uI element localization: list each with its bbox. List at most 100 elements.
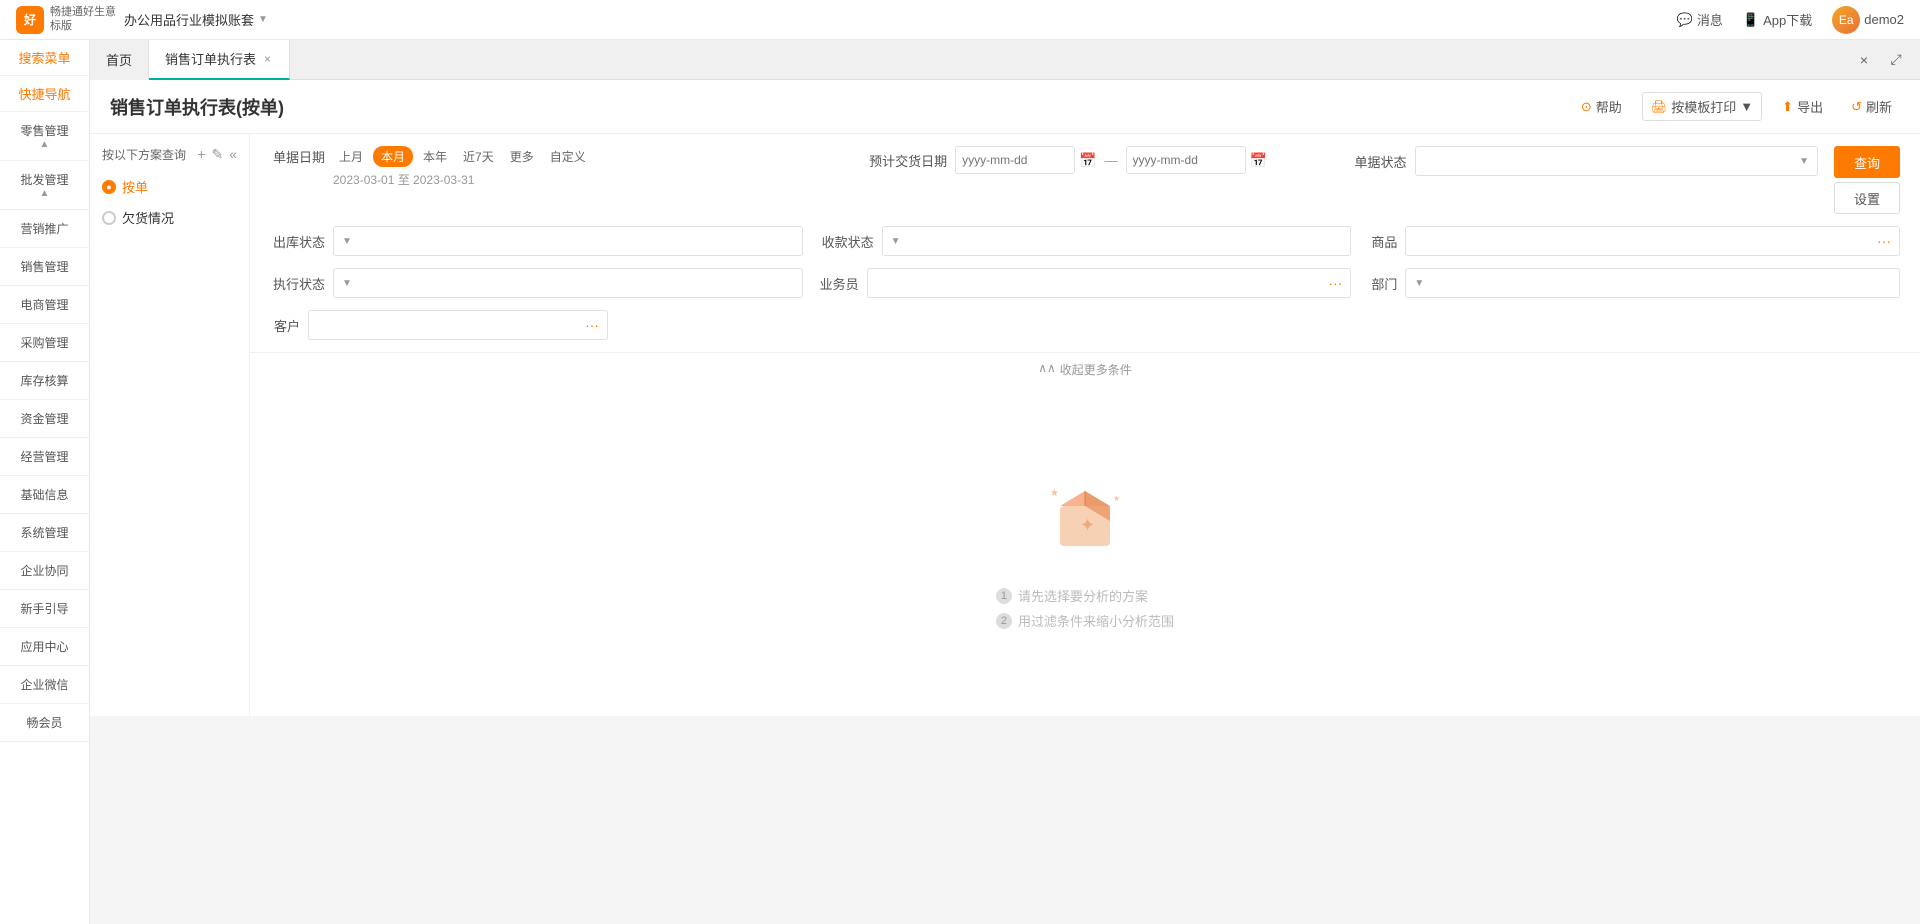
collapse-chevron-icon: ∧∧ — [1038, 361, 1056, 378]
page-inner: 销售订单执行表(按单) ⊙ 帮助 🖨 按模板打印 ▼ ⬆ — [90, 80, 1920, 716]
goods-dots-icon: ··· — [1877, 233, 1891, 249]
sales-rep-field[interactable]: ··· — [867, 268, 1352, 298]
date-to-group: 📅 — [1126, 146, 1267, 174]
sidebar-item-appcenter[interactable]: 应用中心 — [0, 628, 89, 666]
svg-text:✦: ✦ — [1080, 515, 1095, 535]
date-range-display: 2023-03-01 至 2023-03-31 — [333, 171, 474, 188]
help-button[interactable]: ⊙ 帮助 — [1573, 93, 1630, 120]
sidebar-search[interactable]: 搜索菜单 — [0, 40, 89, 75]
content-main: 单据日期 上月 本月 本年 近7天 更多 自定义 — [250, 134, 1920, 716]
plan-active-dot: ● — [102, 180, 116, 194]
date-tab-more[interactable]: 更多 — [504, 146, 540, 167]
active-tab[interactable]: 销售订单执行表 × — [149, 40, 290, 80]
user-avatar: Ea — [1832, 6, 1860, 34]
customer-label: 客户 — [270, 316, 300, 335]
customer-field[interactable]: ··· — [308, 310, 608, 340]
page-header: 销售订单执行表(按单) ⊙ 帮助 🖨 按模板打印 ▼ ⬆ — [90, 80, 1920, 134]
plan-sidebar-header: 按以下方案查询 + ✎ « — [90, 146, 249, 171]
sidebar-item-member[interactable]: 畅会员 — [0, 704, 89, 742]
sidebar-item-newbie[interactable]: 新手引导 — [0, 590, 89, 628]
execution-status-dropdown[interactable]: ▼ — [333, 268, 803, 298]
settings-button[interactable]: 设置 — [1834, 182, 1900, 214]
export-button[interactable]: ⬆ 导出 — [1774, 93, 1831, 120]
empty-hint-2: 2 用过滤条件来缩小分析范围 — [996, 611, 1174, 630]
plan-inactive-dot — [102, 211, 116, 225]
query-button[interactable]: 查询 — [1834, 146, 1900, 178]
plan-sidebar-actions: + ✎ « — [197, 146, 237, 163]
sidebar-item-system[interactable]: 系统管理 — [0, 514, 89, 552]
sidebar-item-company[interactable]: 企业协同 — [0, 552, 89, 590]
date-from-group: 📅 — [955, 146, 1096, 174]
date-tab-7days[interactable]: 近7天 — [457, 146, 500, 167]
dept-label: 部门 — [1367, 274, 1397, 293]
app-icon: 📱 — [1743, 12, 1759, 28]
sales-rep-label: 业务员 — [819, 274, 859, 293]
dept-arrow-icon: ▼ — [1414, 278, 1424, 289]
status-label: 单据状态 — [1352, 152, 1407, 171]
collapse-bar[interactable]: ∧∧ 收起更多条件 — [250, 352, 1920, 386]
plan-item-dan[interactable]: ● 按单 — [90, 171, 249, 202]
delivery-status-arrow-icon: ▼ — [342, 236, 352, 247]
sidebar-item-sales[interactable]: 销售管理 — [0, 248, 89, 286]
calendar-to-icon[interactable]: 📅 — [1250, 152, 1267, 169]
main-filter-area: 单据日期 上月 本月 本年 近7天 更多 自定义 — [250, 134, 1920, 352]
date-tab-current-month[interactable]: 本月 — [373, 146, 413, 167]
sidebar-item-operations[interactable]: 经营管理 — [0, 438, 89, 476]
logo-area: 好 畅捷通好生意 标版 — [16, 6, 116, 34]
execution-status-arrow-icon: ▼ — [342, 278, 352, 289]
edit-plan-button[interactable]: ✎ — [211, 146, 223, 163]
calendar-from-icon[interactable]: 📅 — [1079, 152, 1096, 169]
main-layout: 搜索菜单 快捷导航 零售管理 ▲ 批发管理 ▲ 营销推广 销售管理 电商管理 采… — [0, 40, 1920, 924]
plan-item-qiankuan[interactable]: 欠货情况 — [90, 202, 249, 233]
home-tab[interactable]: 首页 — [90, 40, 149, 80]
date-to-input[interactable] — [1126, 146, 1246, 174]
message-button[interactable]: 💬 消息 — [1677, 10, 1723, 29]
print-arrow-icon: ▼ — [1740, 99, 1753, 114]
date-tab-custom[interactable]: 自定义 — [544, 146, 592, 167]
app-download-button[interactable]: 📱 App下载 — [1743, 10, 1812, 29]
sidebar-item-wechat[interactable]: 企业微信 — [0, 666, 89, 704]
sidebar-item-ecommerce[interactable]: 电商管理 — [0, 286, 89, 324]
page-content: 销售订单执行表(按单) ⊙ 帮助 🖨 按模板打印 ▼ ⬆ — [90, 80, 1920, 924]
window-max-button[interactable]: ⤢ — [1884, 48, 1908, 72]
print-icon: 🖨 — [1651, 99, 1668, 115]
sidebar-item-finance[interactable]: 资金管理 — [0, 400, 89, 438]
user-menu-button[interactable]: Ea demo2 — [1832, 6, 1904, 34]
date-label: 单据日期 — [270, 147, 325, 166]
refresh-icon: ↺ — [1851, 99, 1862, 115]
sidebar-item-wholesale[interactable]: 批发管理 ▲ — [0, 161, 89, 210]
status-dropdown[interactable]: ▼ — [1415, 146, 1818, 176]
tab-bar: 首页 销售订单执行表 × × ⤢ — [90, 40, 1920, 80]
customer-dots-icon: ··· — [585, 317, 599, 333]
status-dropdown-arrow-icon: ▼ — [1799, 156, 1809, 167]
empty-illustration: ✦ ★ ★ · — [1035, 466, 1135, 566]
content-with-sidebar: 按以下方案查询 + ✎ « ● 按单 — [90, 134, 1920, 716]
window-close-button[interactable]: × — [1852, 48, 1876, 72]
sidebar-nav-header[interactable]: 快捷导航 — [0, 76, 89, 111]
page-title: 销售订单执行表(按单) — [110, 94, 284, 120]
sidebar-item-marketing[interactable]: 营销推广 — [0, 210, 89, 248]
message-icon: 💬 — [1677, 12, 1693, 28]
date-tab-current-year[interactable]: 本年 — [417, 146, 453, 167]
date-tab-last-month[interactable]: 上月 — [333, 146, 369, 167]
collection-status-dropdown[interactable]: ▼ — [882, 226, 1352, 256]
collapse-plan-button[interactable]: « — [229, 146, 237, 163]
sidebar-item-retail[interactable]: 零售管理 ▲ — [0, 112, 89, 161]
plan-sidebar: 按以下方案查询 + ✎ « ● 按单 — [90, 134, 250, 716]
expected-date-label: 预计交货日期 — [869, 151, 947, 170]
sidebar-item-inventory[interactable]: 库存核算 — [0, 362, 89, 400]
goods-label: 商品 — [1367, 232, 1397, 251]
tab-close-button[interactable]: × — [262, 50, 273, 68]
content-area: 首页 销售订单执行表 × × ⤢ 销售订单执行表(按单) ⊙ — [90, 40, 1920, 924]
add-plan-button[interactable]: + — [197, 146, 205, 163]
breadcrumb-selector[interactable]: 办公用品行业模拟账套 ▼ — [124, 10, 268, 29]
execution-status-label: 执行状态 — [270, 274, 325, 293]
goods-field[interactable]: ··· — [1405, 226, 1900, 256]
sidebar-item-basic[interactable]: 基础信息 — [0, 476, 89, 514]
sidebar-item-purchase[interactable]: 采购管理 — [0, 324, 89, 362]
dept-dropdown[interactable]: ▼ — [1405, 268, 1900, 298]
date-from-input[interactable] — [955, 146, 1075, 174]
delivery-status-dropdown[interactable]: ▼ — [333, 226, 803, 256]
print-button[interactable]: 🖨 按模板打印 ▼ — [1642, 92, 1762, 121]
refresh-button[interactable]: ↺ 刷新 — [1843, 93, 1900, 120]
